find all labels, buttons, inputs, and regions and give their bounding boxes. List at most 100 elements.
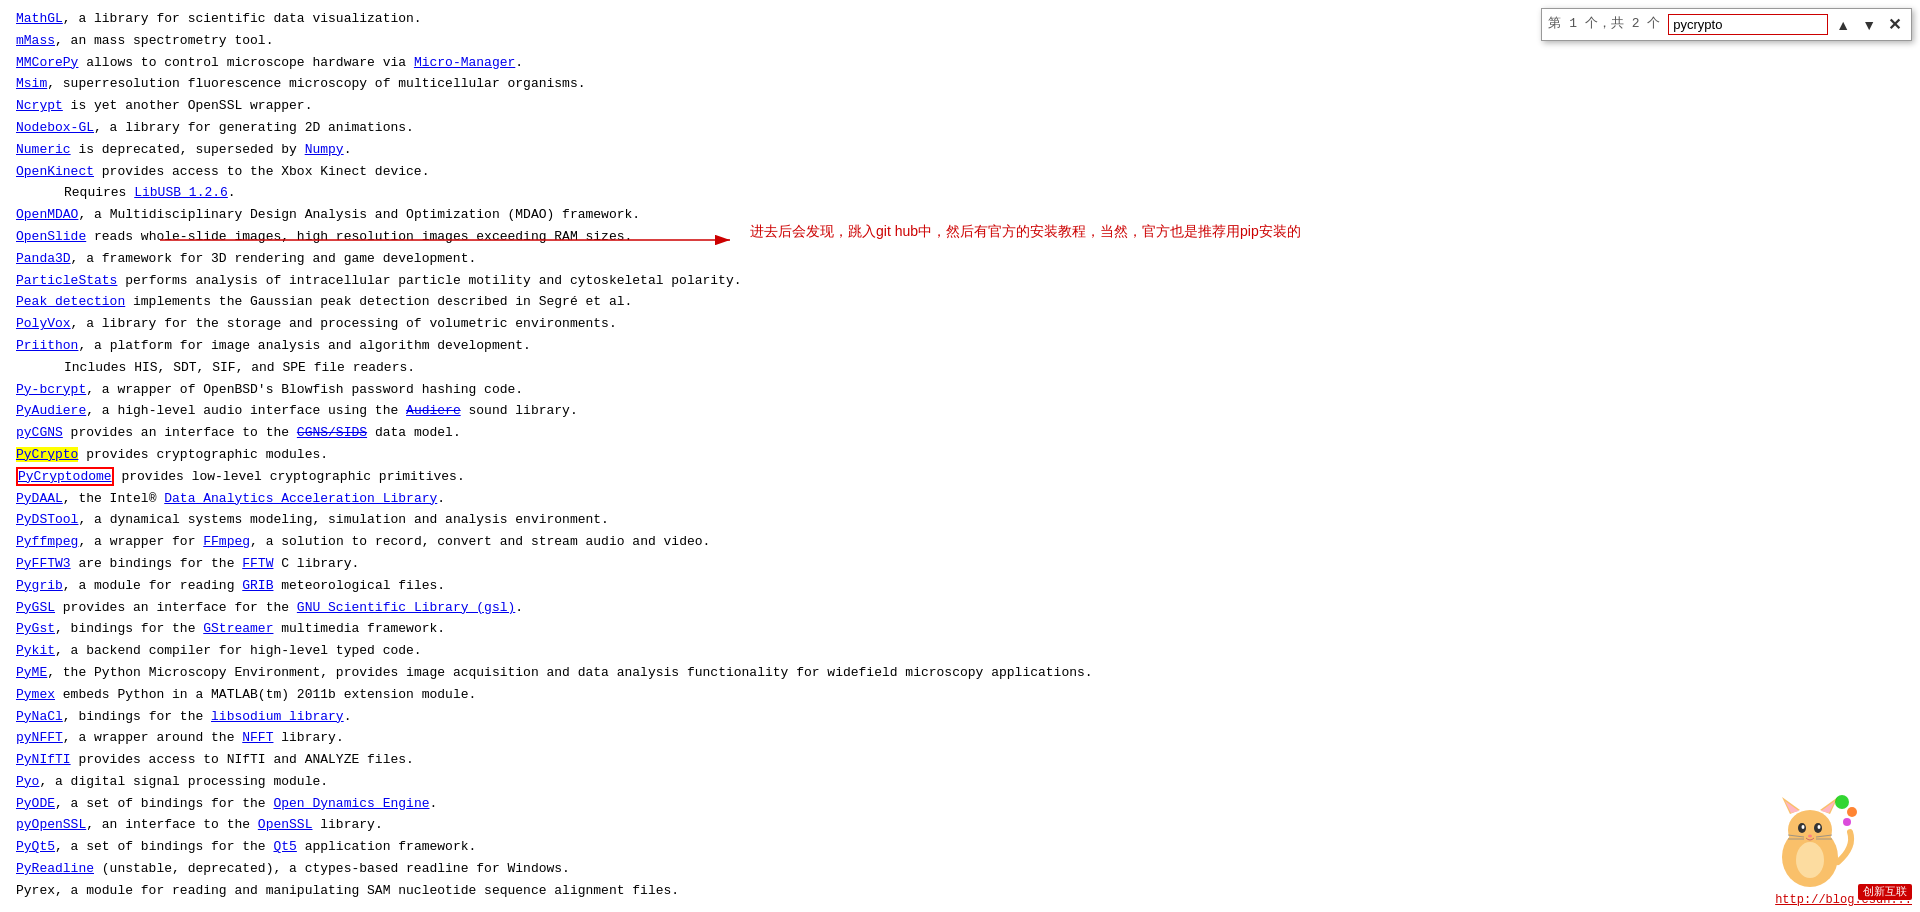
link-pyme[interactable]: PyME [16,665,47,680]
link-numpy[interactable]: Numpy [305,142,344,157]
link-openmdao[interactable]: OpenMDAO [16,207,78,222]
link-pyo[interactable]: Pyo [16,774,39,789]
link-priithon[interactable]: Priithon [16,338,78,353]
find-close-button[interactable]: ✕ [1884,13,1905,36]
line-numeric: Numeric is deprecated, superseded by Num… [16,140,1904,161]
link-ncrypt[interactable]: Ncrypt [16,98,63,113]
line-openkinect: OpenKinect provides access to the Xbox K… [16,162,1904,183]
line-pykit: Pykit, a backend compiler for high-level… [16,641,1904,662]
link-pyffmpeg[interactable]: Pyffmpeg [16,534,78,549]
link-mmcorepy[interactable]: MMCorePy [16,55,78,70]
line-pygst: PyGst, bindings for the GStreamer multim… [16,619,1904,640]
line-pycgns: pyCGNS provides an interface to the CGNS… [16,423,1904,444]
line-panda3d: Panda3D, a framework for 3D rendering an… [16,249,1904,270]
line-pymex: Pymex embeds Python in a MATLAB(tm) 2011… [16,685,1904,706]
link-ffmpeg[interactable]: FFmpeg [203,534,250,549]
link-pyreadline[interactable]: PyReadline [16,861,94,876]
link-openkinect[interactable]: OpenKinect [16,164,94,179]
line-particlestats: ParticleStats performs analysis of intra… [16,271,1904,292]
svg-point-10 [1802,825,1805,829]
line-pyopenssl: pyOpenSSL, an interface to the OpenSSL l… [16,815,1904,836]
link-mmass[interactable]: mMass [16,33,55,48]
line-pyaudiere: PyAudiere, a high-level audio interface … [16,401,1904,422]
link-mathgl[interactable]: MathGL [16,11,63,26]
link-pybcrypt[interactable]: Py-bcrypt [16,382,86,397]
link-pydstool[interactable]: PyDSTool [16,512,78,527]
link-pygst[interactable]: PyGst [16,621,55,636]
link-pycgns[interactable]: pyCGNS [16,425,63,440]
content-area: MathGL, a library for scientific data vi… [16,9,1904,902]
link-audiere[interactable]: Audiere [406,403,461,418]
link-nfft[interactable]: NFFT [242,730,273,745]
line-pyo: Pyo, a digital signal processing module. [16,772,1904,793]
find-status: 第 1 个，共 2 个 [1548,14,1660,35]
line-pygsl: PyGSL provides an interface for the GNU … [16,598,1904,619]
link-gstreamer[interactable]: GStreamer [203,621,273,636]
line-pycrypto: PyCrypto provides cryptographic modules. [16,445,1904,466]
link-grib[interactable]: GRIB [242,578,273,593]
find-prev-button[interactable]: ▲ [1832,15,1854,35]
link-peakdetect[interactable]: Peak detection [16,294,125,309]
line-pyfftw3: PyFFTW3 are bindings for the FFTW C libr… [16,554,1904,575]
line-priithon-inc: Includes HIS, SDT, SIF, and SPE file rea… [64,358,1904,379]
svg-point-12 [1808,835,1812,838]
link-libsodium[interactable]: libsodium library [211,709,344,724]
link-libusb[interactable]: LibUSB 1.2.6 [134,185,228,200]
line-pyffmpeg: Pyffmpeg, a wrapper for FFmpeg, a soluti… [16,532,1904,553]
line-pydaal: PyDAAL, the Intel® Data Analytics Accele… [16,489,1904,510]
link-cgns[interactable]: CGNS/SIDS [297,425,367,440]
line-pyreadline: PyReadline (unstable, deprecated), a cty… [16,859,1904,880]
link-msim[interactable]: Msim [16,76,47,91]
line-pynifti: PyNIfTI provides access to NIfTI and ANA… [16,750,1904,771]
line-pyme: PyME, the Python Microscopy Environment,… [16,663,1904,684]
annotation-text: 进去后会发现，跳入git hub中，然后有官方的安装教程，当然，官方也是推荐用p… [750,220,1301,242]
link-numeric[interactable]: Numeric [16,142,71,157]
line-priithon: Priithon, a platform for image analysis … [16,336,1904,357]
find-input[interactable] [1668,14,1828,35]
link-qt5[interactable]: Qt5 [273,839,296,854]
link-ode[interactable]: Open Dynamics Engine [273,796,429,811]
svg-point-20 [1843,818,1851,826]
link-gsl[interactable]: GNU Scientific Library (gsl) [297,600,515,615]
link-pyqt5[interactable]: PyQt5 [16,839,55,854]
link-pycryptodome[interactable]: PyCryptodome [18,469,112,484]
svg-point-18 [1835,795,1849,809]
link-pymex[interactable]: Pymex [16,687,55,702]
link-fftw[interactable]: FFTW [242,556,273,571]
link-daal[interactable]: Data Analytics Acceleration Library [164,491,437,506]
link-panda3d[interactable]: Panda3D [16,251,71,266]
line-ncrypt: Ncrypt is yet another OpenSSL wrapper. [16,96,1904,117]
link-openssl[interactable]: OpenSSL [258,817,313,832]
line-openkinect-req: Requires LibUSB 1.2.6. [64,183,1904,204]
link-particlestats[interactable]: ParticleStats [16,273,117,288]
link-pygrib[interactable]: Pygrib [16,578,63,593]
line-nodebox: Nodebox-GL, a library for generating 2D … [16,118,1904,139]
link-pyopenssl[interactable]: pyOpenSSL [16,817,86,832]
line-pyqt5: PyQt5, a set of bindings for the Qt5 app… [16,837,1904,858]
link-openslide[interactable]: OpenSlide [16,229,86,244]
link-pynacl[interactable]: PyNaCl [16,709,63,724]
link-micromanager[interactable]: Micro-Manager [414,55,515,70]
link-pyaudiere[interactable]: PyAudiere [16,403,86,418]
link-pynifti[interactable]: PyNIfTI [16,752,71,767]
find-next-button[interactable]: ▼ [1858,15,1880,35]
link-nodebox[interactable]: Nodebox-GL [16,120,94,135]
link-pyfftw3[interactable]: PyFFTW3 [16,556,71,571]
line-msim: Msim, superresolution fluorescence micro… [16,74,1904,95]
line-mmcorepy: MMCorePy allows to control microscope ha… [16,53,1904,74]
csdn-logo: 创新互联 [1858,884,1912,900]
link-polyvox[interactable]: PolyVox [16,316,71,331]
link-pycrypto[interactable]: PyCrypto [16,447,78,462]
link-pydaal[interactable]: PyDAAL [16,491,63,506]
link-pygsl[interactable]: PyGSL [16,600,55,615]
line-pyode: PyODE, a set of bindings for the Open Dy… [16,794,1904,815]
line-pynfft: pyNFFT, a wrapper around the NFFT librar… [16,728,1904,749]
line-pybcrypt: Py-bcrypt, a wrapper of OpenBSD's Blowfi… [16,380,1904,401]
svg-point-11 [1818,825,1821,829]
link-pynfft[interactable]: pyNFFT [16,730,63,745]
link-pyode[interactable]: PyODE [16,796,55,811]
mascot-svg [1760,792,1860,892]
svg-point-19 [1847,807,1857,817]
link-pykit[interactable]: Pykit [16,643,55,658]
line-pydstool: PyDSTool, a dynamical systems modeling, … [16,510,1904,531]
